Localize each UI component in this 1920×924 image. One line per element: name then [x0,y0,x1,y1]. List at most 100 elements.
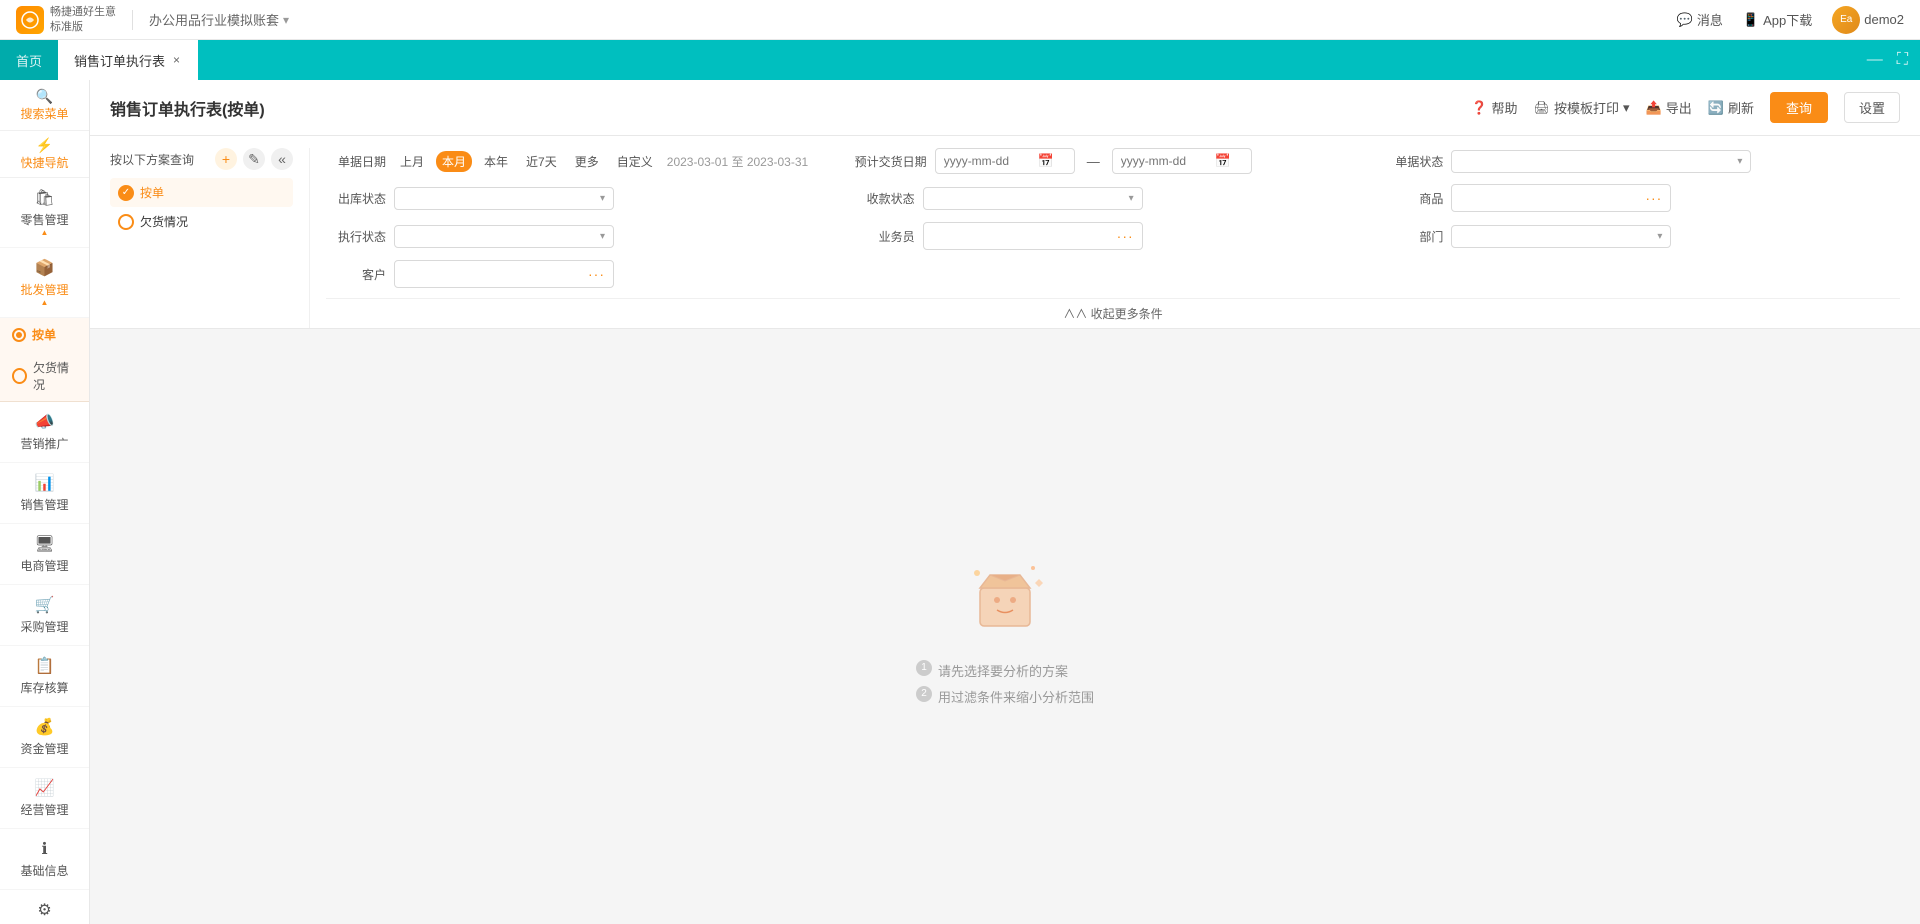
settings-button[interactable]: 设置 [1844,92,1900,123]
main-layout: 🔍 搜索菜单 ⚡ 快捷导航 🛍 零售管理 📦 批发管理 按单 欠货情况 [0,80,1920,924]
tab-close-icon[interactable]: × [171,51,182,69]
business-icon: 📈 [35,778,55,798]
receipt-select[interactable]: ▾ [923,187,1143,210]
status-group: 单据状态 ▾ [1383,150,1900,173]
filter-nav-title: 按以下方案查询 [110,151,194,168]
outbound-select[interactable]: ▾ [394,187,614,210]
avatar: Ea [1832,6,1860,34]
maximize-icon[interactable]: ⛶ [1893,47,1912,73]
product-label: 商品 [1383,190,1443,207]
app-download-btn[interactable]: 📱 App下载 [1743,10,1812,29]
empty-illustration [955,543,1055,643]
wholesale-submenu: 按单 欠货情况 [0,318,89,402]
expected-date-from[interactable]: 📅 [935,148,1075,174]
sidebar-item-purchase[interactable]: 🛒 采购管理 [0,585,89,646]
message-icon: 💬 [1677,12,1693,28]
sidebar-item-retail[interactable]: 🛍 零售管理 [0,178,89,248]
filter-row-1: 单据日期 上月 本月 本年 近7天 更多 自定义 2023-03-01 至 20… [326,148,1900,174]
date-tab-last-month[interactable]: 上月 [394,151,430,172]
status-select[interactable]: ▾ [1451,150,1751,173]
tab-bar: 首页 销售订单执行表 × — ⛶ [0,40,1920,80]
header-actions: ❓ 帮助 🖨 按模板打印 ▾ 📤 导出 🔄 刷新 查询 设置 [1471,92,1900,123]
sales-icon: 📊 [35,473,55,493]
sidebar-item-sales[interactable]: 📊 销售管理 [0,463,89,524]
sidebar-item-ecommerce[interactable]: 🖥 电商管理 [0,524,89,585]
dept-select[interactable]: ▾ [1451,225,1671,248]
template-print-btn[interactable]: 🖨 按模板打印 ▾ [1534,98,1630,117]
export-btn[interactable]: 📤 导出 [1646,98,1692,117]
collapse-bar[interactable]: ∧∧ 收起更多条件 [326,298,1900,328]
scheme-item-order[interactable]: ✓ 按单 [110,178,293,207]
tab-right-actions: — ⛶ [1863,40,1920,80]
app-title-area[interactable]: 办公用品行业模拟账套 ▾ [149,10,289,29]
dept-group: 部门 ▾ [1383,225,1900,248]
filter-panel: 按以下方案查询 + ✎ « [90,136,1920,329]
customer-select[interactable]: ··· [394,260,614,288]
add-scheme-btn[interactable]: + [215,148,237,170]
submenu-item-debt[interactable]: 欠货情况 [0,351,89,401]
user-menu[interactable]: Ea demo2 [1832,6,1904,34]
expected-date-from-input[interactable] [944,154,1034,168]
expected-date-to[interactable]: 📅 [1112,148,1252,174]
collapse-up-icon: ∧∧ [1063,307,1090,321]
tab-sales-order[interactable]: 销售订单执行表 × [58,40,198,80]
ecommerce-icon: 🖥 [34,534,54,554]
empty-tip-2: 2 用过滤条件来缩小分析范围 [916,685,1094,711]
receipt-label: 收款状态 [855,190,915,207]
refresh-btn[interactable]: 🔄 刷新 [1708,98,1754,117]
page-title: 销售订单执行表(按单) [110,96,265,120]
date-tab-this-month[interactable]: 本月 [436,151,472,172]
date-tab-this-year[interactable]: 本年 [478,151,514,172]
expected-date-label: 预计交货日期 [855,153,927,170]
sales-select[interactable]: ··· [923,222,1143,250]
date-range-display: 2023-03-01 至 2023-03-31 [667,153,808,170]
customer-label: 客户 [326,266,386,283]
marketing-icon: 📣 [35,412,55,432]
minimize-icon[interactable]: — [1863,47,1887,73]
basic-icon: ℹ [41,839,47,859]
product-select[interactable]: ··· [1451,184,1671,212]
tip-num-1: 1 [916,660,932,676]
scheme-item-debt[interactable]: 欠货情况 [110,207,293,236]
sidebar-item-marketing[interactable]: 📣 营销推广 [0,402,89,463]
top-bar-right: 💬 消息 📱 App下载 Ea demo2 [1677,6,1904,34]
finance-icon: 💰 [35,717,55,737]
empty-tips: 1 请先选择要分析的方案 2 用过滤条件来缩小分析范围 [916,659,1094,711]
logo-icon [16,6,44,34]
collapse-nav-btn[interactable]: « [271,148,293,170]
sidebar-item-system[interactable]: ⚙ 系统管理 [0,890,89,924]
date-tab-custom[interactable]: 自定义 [611,151,659,172]
sidebar-item-wholesale[interactable]: 📦 批发管理 [0,248,89,318]
sidebar-item-basic[interactable]: ℹ 基础信息 [0,829,89,890]
collapse-icon: « [278,151,286,167]
empty-tip-1: 1 请先选择要分析的方案 [916,659,1094,685]
date-tab-7days[interactable]: 近7天 [520,151,563,172]
customer-group: 客户 ··· [326,260,1900,288]
sidebar-item-inventory[interactable]: 📋 库存核算 [0,646,89,707]
tab-home[interactable]: 首页 [0,40,58,80]
edit-scheme-btn[interactable]: ✎ [243,148,265,170]
add-icon: + [222,151,230,167]
filter-conditions: 单据日期 上月 本月 本年 近7天 更多 自定义 2023-03-01 至 20… [310,148,1900,328]
edit-icon: ✎ [248,151,260,168]
filter-row-2: 出库状态 ▾ 收款状态 ▾ [326,184,1900,212]
purchase-icon: 🛒 [35,595,55,615]
sidebar-item-business[interactable]: 📈 经营管理 [0,768,89,829]
date-tab-more[interactable]: 更多 [569,151,605,172]
help-btn[interactable]: ❓ 帮助 [1471,98,1517,117]
product-dots-icon: ··· [1645,190,1662,206]
system-icon: ⚙ [37,900,51,920]
refresh-icon: 🔄 [1708,100,1724,116]
expected-date-to-input[interactable] [1121,154,1211,168]
submenu-item-order[interactable]: 按单 [0,318,89,351]
message-btn[interactable]: 💬 消息 [1677,10,1723,29]
sidebar-item-finance[interactable]: 💰 资金管理 [0,707,89,768]
sidebar-search[interactable]: 🔍 搜索菜单 [0,80,89,131]
app-title: 办公用品行业模拟账套 [149,10,279,29]
exec-select[interactable]: ▾ [394,225,614,248]
filter-nav-header: 按以下方案查询 + ✎ « [110,148,293,170]
logo-text: 畅捷通好生意 标准版 [50,5,116,34]
divider [132,10,133,30]
sidebar-quick-nav[interactable]: ⚡ 快捷导航 [0,131,89,178]
query-button[interactable]: 查询 [1770,92,1828,123]
